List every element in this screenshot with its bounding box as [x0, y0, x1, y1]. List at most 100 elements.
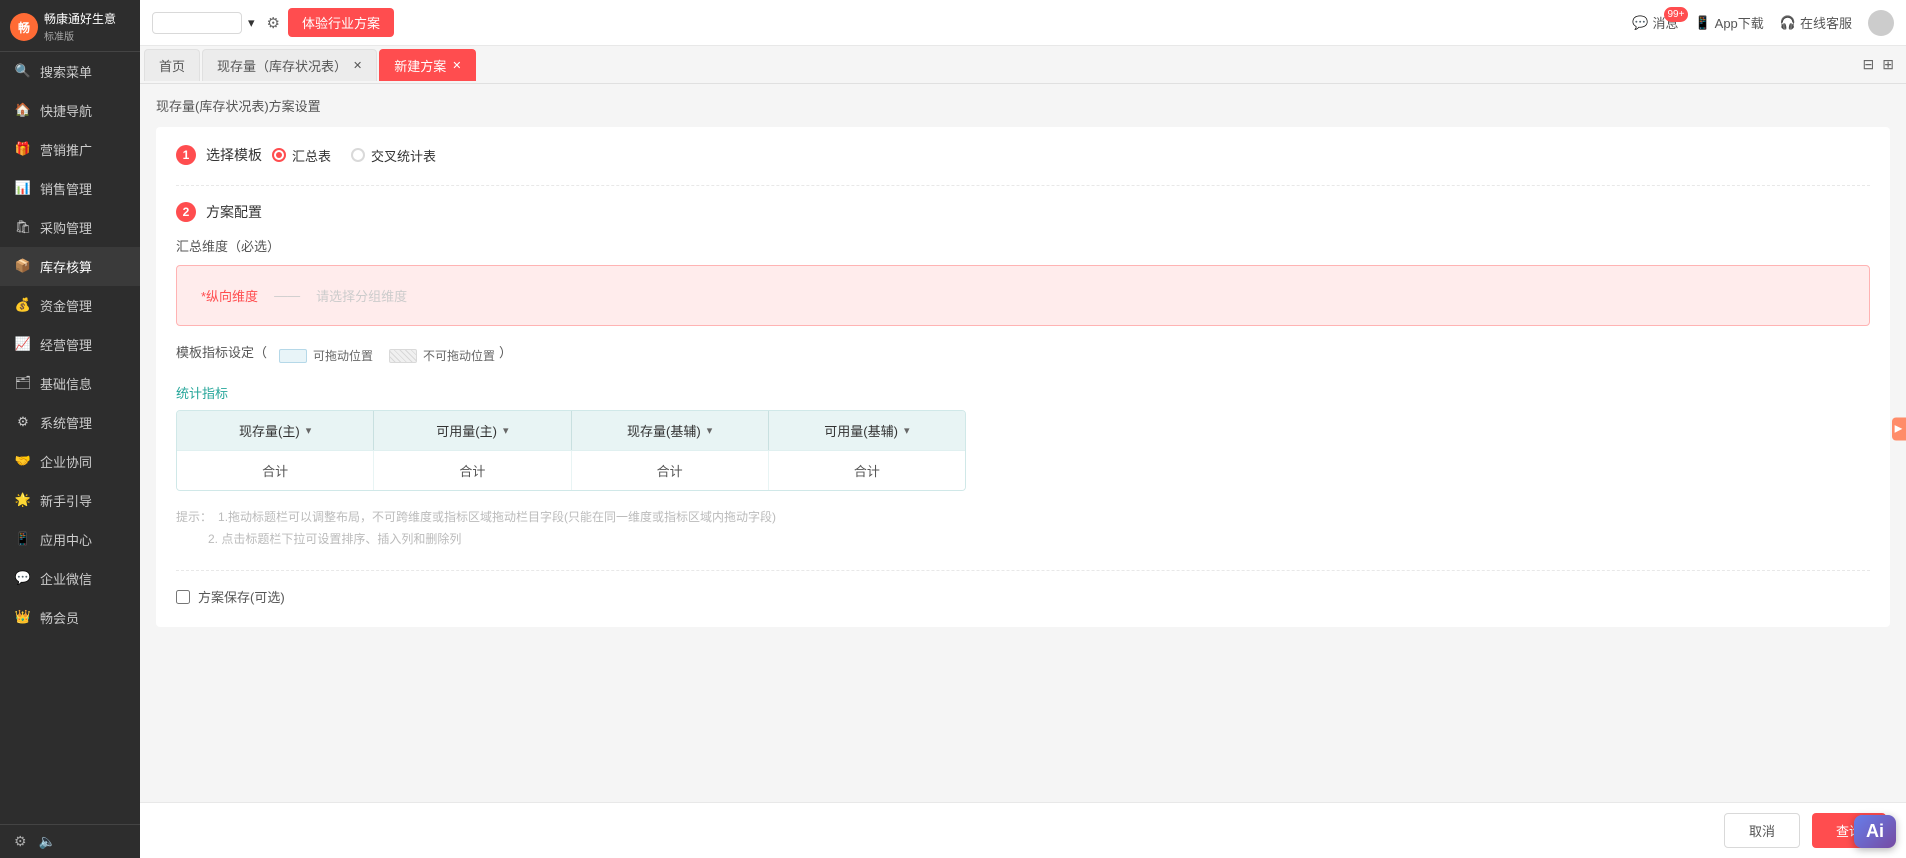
- nav-label: 新手引导: [40, 491, 92, 510]
- message-icon: 💬: [1632, 15, 1648, 31]
- sidebar-item-basic-info[interactable]: 🗂 基础信息: [0, 364, 140, 403]
- volume-icon[interactable]: 🔈: [39, 833, 56, 850]
- user-area: ▾: [152, 12, 255, 34]
- chart-icon: 📊: [14, 179, 32, 197]
- dimension-dash: ——: [274, 288, 300, 303]
- sidebar-item-app-center[interactable]: 📱 应用中心: [0, 520, 140, 559]
- save-checkbox[interactable]: [176, 590, 190, 604]
- app-download-btn[interactable]: 📱 App下载: [1694, 13, 1763, 32]
- app-download-label: App下载: [1715, 13, 1764, 32]
- right-float-panel[interactable]: ▶: [1892, 418, 1906, 441]
- tab-new-plan[interactable]: 新建方案 ✕: [379, 49, 476, 81]
- page-title: 现存量(库存状况表)方案设置: [156, 96, 1890, 115]
- handshake-icon: 🤝: [14, 452, 32, 470]
- sidebar-item-guide[interactable]: 🌟 新手引导: [0, 481, 140, 520]
- nav-label: 快捷导航: [40, 101, 92, 120]
- logo-icon: 畅: [10, 13, 38, 41]
- app-edition: 标准版: [44, 28, 116, 43]
- col-sub-2: 合计: [572, 451, 769, 490]
- tab-home[interactable]: 首页: [144, 49, 200, 81]
- nav-label: 应用中心: [40, 530, 92, 549]
- topbar-gear-icon[interactable]: ⚙: [267, 14, 280, 32]
- step2-num: 2: [176, 202, 196, 222]
- tab-new-close-icon[interactable]: ✕: [452, 59, 461, 72]
- sidebar-item-sales[interactable]: 📊 销售管理: [0, 169, 140, 208]
- settings-bottom-icon[interactable]: ⚙: [14, 833, 27, 850]
- expand-icon[interactable]: ⊞: [1882, 56, 1894, 73]
- sidebar: 畅 畅康通好生意 标准版 🔍 搜索菜单 🏠 快捷导航 🎁 营销推广 📊 销售管理…: [0, 0, 140, 858]
- sidebar-item-purchase[interactable]: 🛍 采购管理: [0, 208, 140, 247]
- radio-cross-circle: [351, 148, 365, 162]
- nav-label: 企业协同: [40, 452, 92, 471]
- legend-draggable-item: 可拖动位置: [279, 347, 373, 364]
- legend-draggable-box: [279, 349, 307, 363]
- user-avatar[interactable]: [1868, 10, 1894, 36]
- step2-header: 2 方案配置: [176, 202, 1870, 222]
- col-header-1[interactable]: 可用量(主) ▾: [374, 411, 571, 450]
- sidebar-item-collaboration[interactable]: 🤝 企业协同: [0, 442, 140, 481]
- sidebar-item-search[interactable]: 🔍 搜索菜单: [0, 52, 140, 91]
- tip-row-0: 提示： 1.拖动标题栏可以调整布局，不可跨维度或指标区域拖动栏目字段(只能在同一…: [176, 507, 1870, 529]
- sidebar-item-wechat[interactable]: 💬 企业微信: [0, 559, 140, 598]
- sidebar-item-finance[interactable]: 💰 资金管理: [0, 286, 140, 325]
- col-header-0[interactable]: 现存量(主) ▾: [177, 411, 374, 450]
- nav-label: 库存核算: [40, 257, 92, 276]
- sidebar-item-quick-nav[interactable]: 🏠 快捷导航: [0, 91, 140, 130]
- bag-icon: 🛍: [14, 218, 32, 236]
- dimension-box: *纵向维度 —— 请选择分组维度: [176, 265, 1870, 326]
- radio-summary-circle: [272, 148, 286, 162]
- chevron-down-icon-1: ▾: [503, 424, 509, 437]
- tab-expand-icons: ⊟ ⊞: [1863, 56, 1902, 73]
- config-panel: 1 选择模板 汇总表 交叉统计表: [156, 127, 1890, 627]
- app-name: 畅康通好生意: [44, 12, 116, 28]
- col-header-2[interactable]: 现存量(基辅) ▾: [572, 411, 769, 450]
- sidebar-item-inventory[interactable]: 📦 库存核算: [0, 247, 140, 286]
- radio-cross-table[interactable]: 交叉统计表: [351, 146, 436, 165]
- sidebar-item-marketing[interactable]: 🎁 营销推广: [0, 130, 140, 169]
- online-support-label: 在线客服: [1800, 13, 1852, 32]
- star-icon: 🌟: [14, 491, 32, 509]
- ai-badge[interactable]: Ai: [1854, 815, 1896, 848]
- indicator-settings: 模板指标设定（ 可拖动位置 不可拖动位置 ）: [176, 342, 1870, 369]
- online-support-btn[interactable]: 🎧 在线客服: [1780, 13, 1852, 32]
- tab-new-label: 新建方案: [394, 56, 446, 75]
- dimension-placeholder[interactable]: 请选择分组维度: [316, 286, 407, 305]
- indicator-settings-suffix: ）: [499, 342, 512, 361]
- legend-draggable-label: 可拖动位置: [313, 347, 373, 364]
- money-icon: 💰: [14, 296, 32, 314]
- nav-label: 采购管理: [40, 218, 92, 237]
- col-header-label-0: 现存量(主): [239, 421, 300, 440]
- nav-label: 营销推广: [40, 140, 92, 159]
- tab-inventory[interactable]: 现存量（库存状况表） ✕: [202, 49, 377, 81]
- step2-label: 方案配置: [206, 202, 262, 222]
- stats-label: 统计指标: [176, 383, 1870, 402]
- message-btn[interactable]: 💬 消息 99+: [1632, 13, 1678, 32]
- sidebar-bottom: ⚙ 🔈: [0, 824, 140, 858]
- radio-cross-label: 交叉统计表: [371, 146, 436, 165]
- chevron-down-icon-2: ▾: [707, 424, 713, 437]
- save-label: 方案保存(可选): [198, 587, 285, 606]
- radio-summary-table[interactable]: 汇总表: [272, 146, 331, 165]
- industry-btn[interactable]: 体验行业方案: [288, 8, 394, 37]
- sidebar-nav: 🏠 快捷导航 🎁 营销推广 📊 销售管理 🛍 采购管理 📦 库存核算 💰 资金管…: [0, 91, 140, 824]
- tab-home-label: 首页: [159, 56, 185, 75]
- sidebar-item-member[interactable]: 👑 畅会员: [0, 598, 140, 637]
- sidebar-item-system[interactable]: ⚙ 系统管理: [0, 403, 140, 442]
- sidebar-item-operations[interactable]: 📈 经营管理: [0, 325, 140, 364]
- template-options: 汇总表 交叉统计表: [272, 146, 436, 165]
- tips-section: 提示： 1.拖动标题栏可以调整布局，不可跨维度或指标区域拖动栏目字段(只能在同一…: [176, 507, 1870, 550]
- minimize-icon[interactable]: ⊟: [1863, 56, 1875, 73]
- indicator-legend: 可拖动位置 不可拖动位置: [279, 347, 495, 364]
- col-header-3[interactable]: 可用量(基辅) ▾: [769, 411, 965, 450]
- nav-label: 销售管理: [40, 179, 92, 198]
- trend-icon: 📈: [14, 335, 32, 353]
- user-input[interactable]: [152, 12, 242, 34]
- step1-label: 选择模板: [206, 145, 262, 165]
- col-header-label-2: 现存量(基辅): [627, 421, 701, 440]
- tab-inventory-close-icon[interactable]: ✕: [353, 59, 362, 72]
- cancel-button[interactable]: 取消: [1724, 813, 1800, 848]
- step2-section: 2 方案配置 汇总维度（必选） *纵向维度 —— 请选择分组维度 模板指标设定（: [176, 202, 1870, 550]
- gift-icon: 🎁: [14, 140, 32, 158]
- dropdown-arrow-icon[interactable]: ▾: [248, 15, 255, 31]
- legend-fixed-box: [389, 349, 417, 363]
